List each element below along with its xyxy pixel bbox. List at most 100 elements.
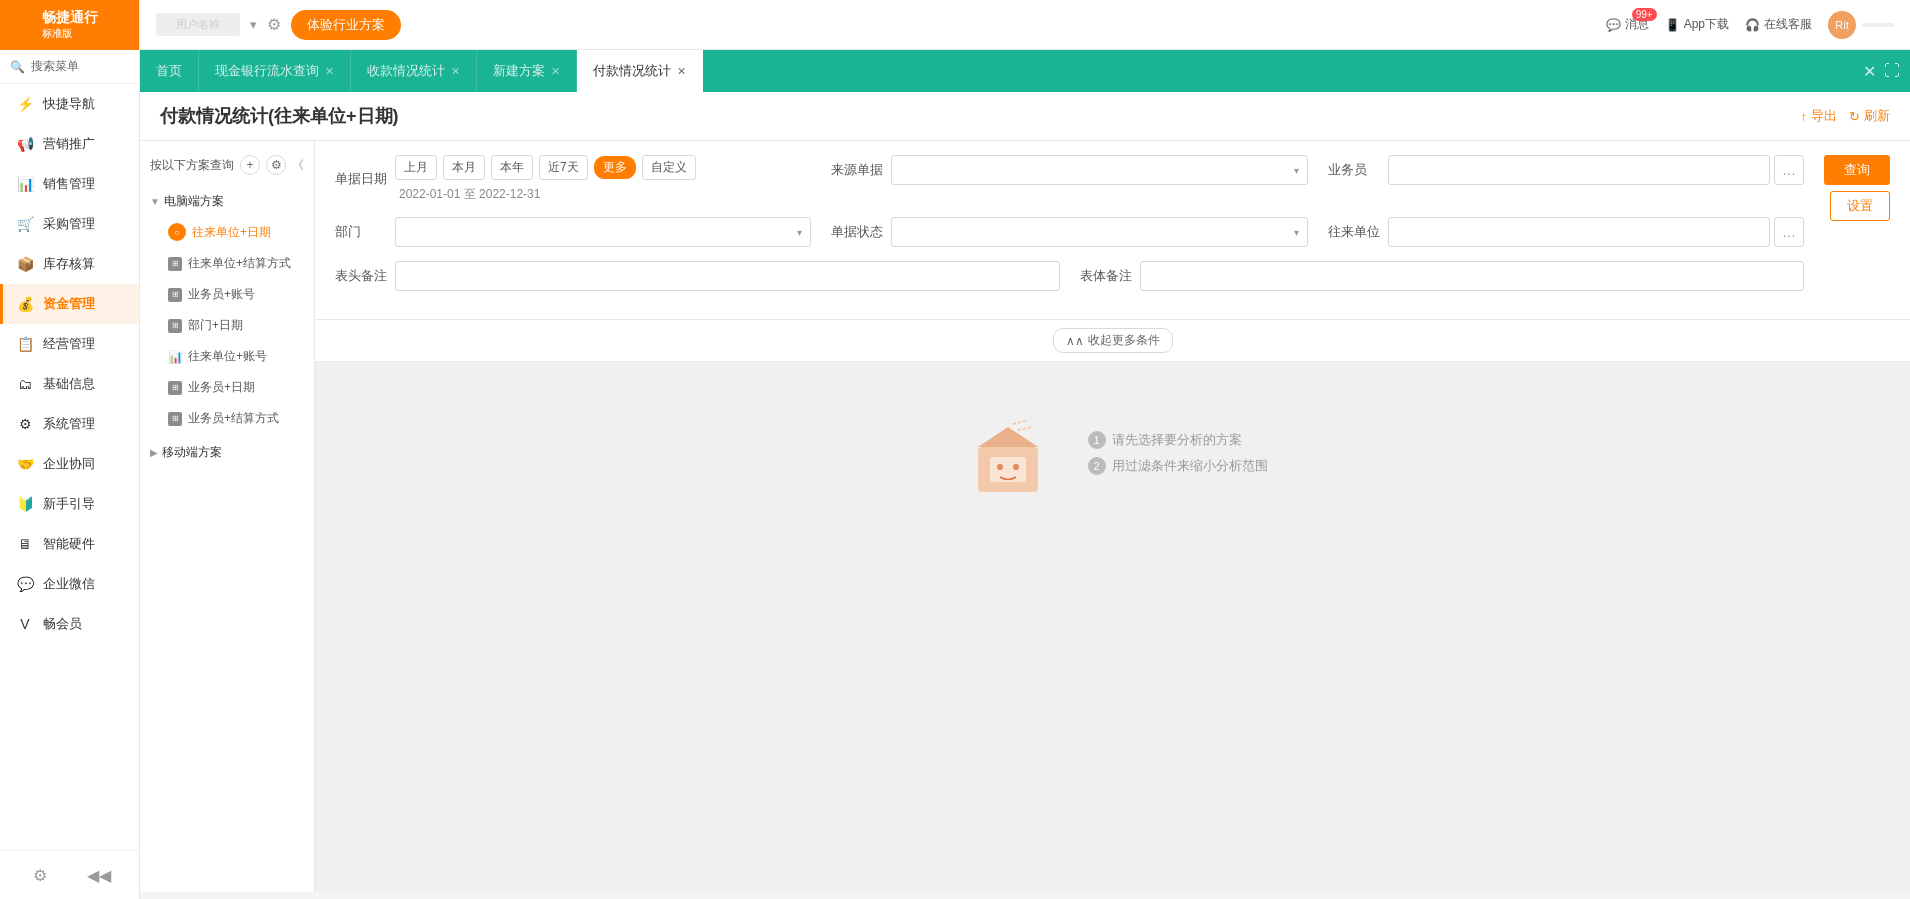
header-settings-icon[interactable]: ⚙ (267, 15, 281, 34)
scheme-collapse-btn[interactable]: 《 (292, 157, 304, 174)
tab-cash-flow-close[interactable]: ✕ (325, 65, 334, 78)
scheme-item-label: 往来单位+账号 (188, 348, 267, 365)
voucher-status-select[interactable]: ▾ (891, 217, 1307, 247)
date-btn-last-month[interactable]: 上月 (395, 155, 437, 180)
tab-new-scheme-close[interactable]: ✕ (551, 65, 560, 78)
scheme-add-btn[interactable]: + (240, 155, 260, 175)
scheme-panel: 按以下方案查询 + ⚙ 《 ▼ 电脑端方案 (140, 141, 315, 892)
sidebar-item-member[interactable]: V 畅会员 (0, 604, 139, 644)
source-filter-label: 来源单据 (831, 161, 891, 179)
collapse-sidebar-icon[interactable]: ◀◀ (85, 861, 113, 889)
sidebar-item-system[interactable]: ⚙ 系统管理 (0, 404, 139, 444)
export-btn[interactable]: ↑ 导出 (1801, 107, 1838, 125)
query-btn[interactable]: 查询 (1824, 155, 1890, 185)
date-btn-this-year[interactable]: 本年 (491, 155, 533, 180)
unit-select[interactable] (1388, 217, 1770, 247)
tab-receivable-close[interactable]: ✕ (451, 65, 460, 78)
scheme-item-staff-account[interactable]: ⊞ 业务员+账号 (140, 279, 314, 310)
staff-account-icon: ⊞ (168, 288, 182, 302)
scheme-item-staff-settle[interactable]: ⊞ 业务员+结算方式 (140, 403, 314, 434)
dept-select[interactable]: ▾ (395, 217, 811, 247)
tab-payment-stats-close[interactable]: ✕ (677, 65, 686, 78)
sidebar-item-label: 快捷导航 (43, 95, 95, 113)
scheme-item-label: 往来单位+结算方式 (188, 255, 291, 272)
sidebar-item-finance[interactable]: 💰 资金管理 (0, 284, 139, 324)
tab-receivable[interactable]: 收款情况统计 ✕ (351, 50, 477, 92)
filter-settings-btn[interactable]: 设置 (1830, 191, 1890, 221)
search-icon: 🔍 (10, 60, 25, 74)
empty-hint-1: 1 请先选择要分析的方案 (1088, 431, 1268, 449)
main-area: 用户名称 ▾ ⚙ 体验行业方案 💬 消息 99+ 📱 App下载 🎧 在线客服 … (140, 0, 1910, 899)
tab-close-all-icon[interactable]: ✕ (1863, 62, 1876, 81)
sidebar-item-inventory[interactable]: 📦 库存核算 (0, 244, 139, 284)
unit-filter-label: 往来单位 (1328, 223, 1388, 241)
scheme-item-unit-date[interactable]: ○ 往来单位+日期 (140, 216, 314, 248)
trial-btn[interactable]: 体验行业方案 (291, 10, 401, 40)
app-download-action[interactable]: 📱 App下载 (1665, 16, 1729, 33)
export-label: 导出 (1811, 107, 1837, 125)
hardware-icon: 🖥 (15, 534, 35, 554)
sidebar-item-basic[interactable]: 🗂 基础信息 (0, 364, 139, 404)
staff-filter: 业务员 … (1328, 155, 1804, 185)
scheme-item-dept-date[interactable]: ⊞ 部门+日期 (140, 310, 314, 341)
scheme-item-label: 业务员+日期 (188, 379, 255, 396)
settings-bottom-icon[interactable]: ⚙ (26, 861, 54, 889)
tab-payment-stats[interactable]: 付款情况统计 ✕ (577, 50, 703, 92)
online-service-label: 在线客服 (1764, 16, 1812, 33)
page-body: 付款情况统计(往来单位+日期) ↑ 导出 ↻ 刷新 按以下方案查询 (140, 92, 1910, 899)
online-service-action[interactable]: 🎧 在线客服 (1745, 16, 1812, 33)
sidebar-item-purchase[interactable]: 🛒 采购管理 (0, 204, 139, 244)
sidebar-menu: ⚡ 快捷导航 📢 营销推广 📊 销售管理 🛒 采购管理 📦 库存核算 💰 资金管… (0, 84, 139, 850)
sidebar-item-quick-nav[interactable]: ⚡ 快捷导航 (0, 84, 139, 124)
date-btn-this-month[interactable]: 本月 (443, 155, 485, 180)
sidebar-item-sales[interactable]: 📊 销售管理 (0, 164, 139, 204)
scheme-settings-btn[interactable]: ⚙ (266, 155, 286, 175)
guide-icon: 🔰 (15, 494, 35, 514)
unit-filter-control: … (1388, 217, 1804, 247)
header-dropdown-icon[interactable]: ▾ (250, 17, 257, 32)
refresh-btn[interactable]: ↻ 刷新 (1849, 107, 1890, 125)
empty-content: 1 请先选择要分析的方案 2 用过滤条件来缩小分析范围 (958, 412, 1268, 502)
tab-new-scheme-label: 新建方案 (493, 62, 545, 80)
message-action[interactable]: 💬 消息 99+ (1606, 16, 1649, 33)
sidebar-item-enterprise[interactable]: 🤝 企业协同 (0, 444, 139, 484)
sidebar-item-marketing[interactable]: 📢 营销推广 (0, 124, 139, 164)
scheme-group-mobile-title[interactable]: ▶ 移动端方案 (140, 438, 314, 467)
tab-cash-flow[interactable]: 现金银行流水查询 ✕ (199, 50, 351, 92)
sidebar-item-guide[interactable]: 🔰 新手引导 (0, 484, 139, 524)
scheme-group-desktop-title[interactable]: ▼ 电脑端方案 (140, 187, 314, 216)
quick-nav-icon: ⚡ (15, 94, 35, 114)
weixin-icon: 💬 (15, 574, 35, 594)
staff-date-icon: ⊞ (168, 381, 182, 395)
scheme-item-unit-settle[interactable]: ⊞ 往来单位+结算方式 (140, 248, 314, 279)
tab-new-scheme[interactable]: 新建方案 ✕ (477, 50, 577, 92)
hint-num-1: 1 (1088, 431, 1106, 449)
hint-num-2: 2 (1088, 457, 1106, 475)
sidebar-item-label: 经营管理 (43, 335, 95, 353)
scheme-item-unit-account[interactable]: 📊 往来单位+账号 (140, 341, 314, 372)
system-icon: ⚙ (15, 414, 35, 434)
date-btn-custom[interactable]: 自定义 (642, 155, 696, 180)
body-note-input[interactable] (1140, 261, 1805, 291)
date-btn-more[interactable]: 更多 (594, 156, 636, 179)
tab-maximize-icon[interactable]: ⛶ (1884, 62, 1900, 80)
dept-filter-label: 部门 (335, 223, 395, 241)
collapse-btn-row: ∧∧ 收起更多条件 (315, 320, 1910, 362)
head-note-input[interactable] (395, 261, 1060, 291)
scheme-item-staff-date[interactable]: ⊞ 业务员+日期 (140, 372, 314, 403)
user-avatar-area[interactable]: Rit (1828, 11, 1894, 39)
collapse-btn[interactable]: ∧∧ 收起更多条件 (1053, 328, 1173, 353)
voucher-status-label: 单据状态 (831, 223, 891, 241)
sidebar-search[interactable]: 🔍 搜索菜单 (0, 50, 139, 84)
filter-row-3: 表头备注 表体备注 (335, 261, 1804, 291)
source-select[interactable]: ▾ (891, 155, 1307, 185)
sidebar-item-weixin[interactable]: 💬 企业微信 (0, 564, 139, 604)
unit-ellipsis-btn[interactable]: … (1774, 217, 1804, 247)
svg-line-6 (1018, 427, 1033, 430)
sidebar-item-operation[interactable]: 📋 经营管理 (0, 324, 139, 364)
staff-ellipsis-btn[interactable]: … (1774, 155, 1804, 185)
tab-home[interactable]: 首页 (140, 50, 199, 92)
date-btn-last7[interactable]: 近7天 (539, 155, 588, 180)
sidebar-item-hardware[interactable]: 🖥 智能硬件 (0, 524, 139, 564)
staff-select[interactable] (1388, 155, 1770, 185)
